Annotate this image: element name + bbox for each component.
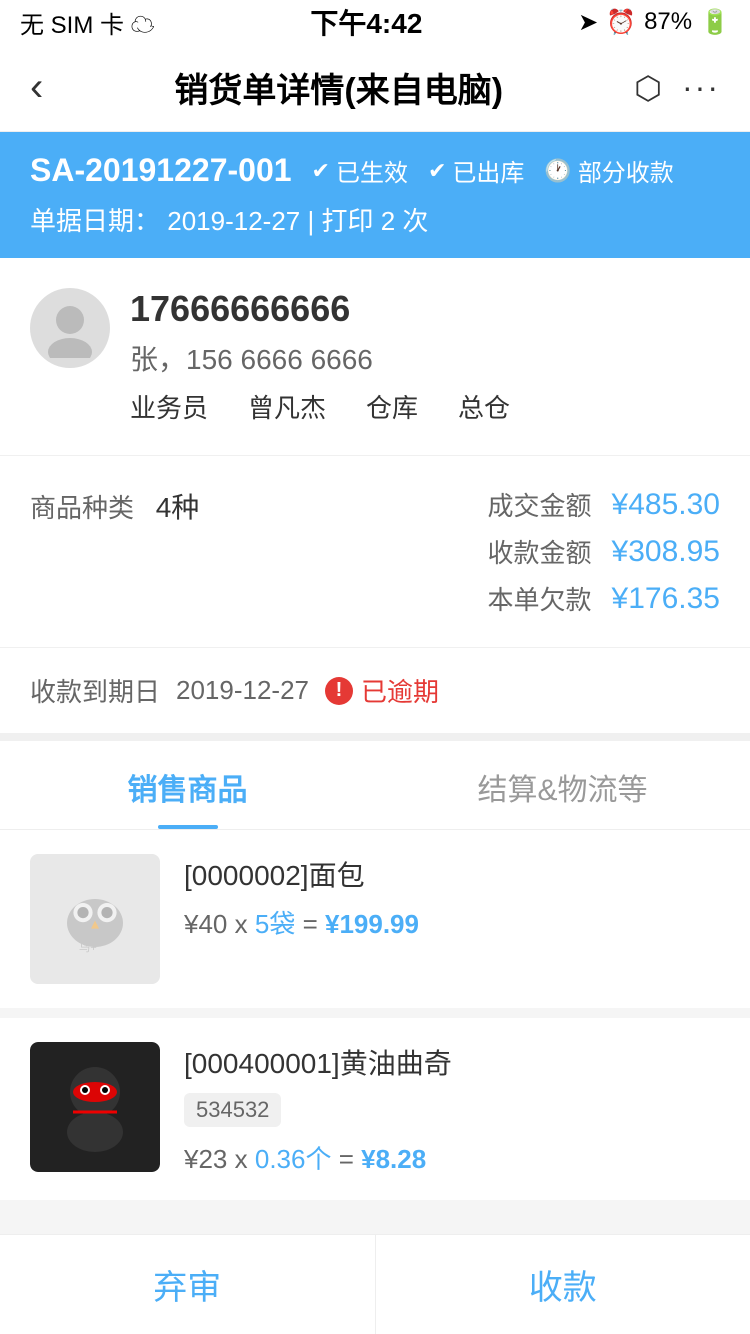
badge-effective: ✔ 已生效: [312, 153, 408, 188]
location-icon: ➤: [578, 8, 598, 37]
product-item-2: [000400001]黄油曲奇 534532 ¥23 x 0.36个 = ¥8.…: [0, 1018, 750, 1200]
overdue-label: 已逾期: [361, 672, 439, 709]
transaction-row: 成交金额 ¥485.30: [488, 486, 720, 523]
product-details-2: [000400001]黄油曲奇 534532 ¥23 x 0.36个 = ¥8.…: [184, 1042, 720, 1176]
badge-shipped: ✔ 已出库: [428, 153, 524, 188]
receipt-amount: ¥308.95: [612, 535, 720, 569]
svg-text:鸟+: 鸟+: [79, 940, 97, 954]
tab-sales-products-label: 销售商品: [128, 774, 248, 807]
status-bar-time: 下午4:42: [310, 2, 422, 42]
warehouse-value: 总仓: [458, 388, 510, 425]
header-banner: SA-20191227-001 ✔ 已生效 ✔ 已出库 🕐 部分收款 单据日期：…: [0, 132, 750, 258]
product-name-2: [000400001]黄油曲奇: [184, 1042, 720, 1082]
tabs: 销售商品 结算&物流等: [0, 741, 750, 830]
battery-icon: 🔋: [700, 8, 730, 37]
balance-label: 本单欠款: [488, 580, 592, 617]
date-label: 单据日期：: [30, 206, 160, 236]
summary-section: 商品种类 4种 成交金额 ¥485.30 收款金额 ¥308.95 本单欠款 ¥…: [0, 456, 750, 648]
transaction-amount: ¥485.30: [612, 488, 720, 522]
receipt-row: 收款金额 ¥308.95: [488, 533, 720, 570]
product-list: 鸟+ [0000002]面包 ¥40 x 5袋 = ¥199.99: [0, 830, 750, 1200]
share-button[interactable]: ⬡: [634, 69, 662, 107]
customer-meta: 业务员 曾凡杰 仓库 总仓: [130, 388, 720, 425]
header-banner-top: SA-20191227-001 ✔ 已生效 ✔ 已出库 🕐 部分收款: [30, 152, 720, 189]
sales-rep-value: 曾凡杰: [248, 388, 326, 425]
product-total-2: ¥8.28: [361, 1144, 426, 1174]
nav-bar-left: ‹: [30, 65, 43, 110]
product-name-1: [0000002]面包: [184, 854, 720, 894]
battery-text: 87%: [644, 8, 692, 36]
product-item-1: 鸟+ [0000002]面包 ¥40 x 5袋 = ¥199.99: [0, 830, 750, 1008]
clock-icon: 🕐: [544, 158, 571, 184]
print-count: 2: [381, 206, 395, 236]
status-bar: 无 SIM 卡 ☁ 下午4:42 ➤ ⏰ 87% 🔋: [0, 0, 750, 44]
nav-bar-right: ⬡ ···: [634, 69, 720, 107]
balance-row: 本单欠款 ¥176.35: [488, 580, 720, 617]
bottom-bar: 弃审 收款: [0, 1234, 750, 1334]
due-date-value: 2019-12-27: [176, 675, 309, 706]
due-date-section: 收款到期日 2019-12-27 ! 已逾期: [0, 648, 750, 741]
abandon-review-button[interactable]: 弃审: [0, 1235, 376, 1334]
badge-partial: 🕐 部分收款: [544, 153, 673, 188]
print-suffix: 次: [402, 206, 428, 236]
avatar: [30, 288, 110, 368]
overdue-badge: ! 已逾期: [325, 672, 439, 709]
product-price-1: ¥40 x 5袋 = ¥199.99: [184, 904, 720, 941]
product-unit-price-2: ¥23: [184, 1144, 227, 1174]
product2-graphic: [45, 1057, 145, 1157]
product-qty-2: 0.36个: [255, 1144, 332, 1174]
badge-partial-label: 部分收款: [578, 153, 674, 188]
check-icon-2: ✔: [428, 158, 446, 184]
nav-bar: ‹ 销货单详情(来自电脑) ⬡ ···: [0, 44, 750, 132]
product-unit-price-1: ¥40: [184, 909, 227, 939]
more-button[interactable]: ···: [682, 69, 720, 106]
balance-amount: ¥176.35: [612, 582, 720, 616]
product-image-1: 鸟+: [30, 854, 160, 984]
sales-rep-label: 业务员: [130, 388, 208, 425]
status-bar-left: 无 SIM 卡 ☁: [20, 5, 155, 40]
customer-section: 17666666666 张，156 6666 6666 业务员 曾凡杰 仓库 总…: [0, 258, 750, 456]
overdue-dot-icon: !: [325, 677, 353, 705]
owl-icon: 鸟+: [55, 879, 135, 959]
collect-payment-button[interactable]: 收款: [376, 1235, 750, 1334]
alarm-icon: ⏰: [606, 8, 636, 37]
product-qty-1: 5袋: [255, 909, 295, 939]
due-date-label: 收款到期日: [30, 672, 160, 709]
receipt-label: 收款金额: [488, 533, 592, 570]
status-bar-right: ➤ ⏰ 87% 🔋: [578, 8, 730, 37]
tab-settlement[interactable]: 结算&物流等: [375, 741, 750, 829]
tab-settlement-label: 结算&物流等: [477, 774, 647, 807]
product-details-1: [0000002]面包 ¥40 x 5袋 = ¥199.99: [184, 854, 720, 941]
order-date: 2019-12-27: [167, 206, 300, 236]
transaction-label: 成交金额: [488, 486, 592, 523]
customer-info: 17666666666 张，156 6666 6666 业务员 曾凡杰 仓库 总…: [130, 288, 720, 425]
product-type-label: 商品种类: [30, 493, 134, 523]
back-button[interactable]: ‹: [30, 65, 43, 110]
warehouse-label: 仓库: [366, 388, 418, 425]
signal-text: 无 SIM 卡 ☁: [20, 5, 155, 40]
product-image-placeholder-2: [30, 1042, 160, 1172]
badge-effective-label: 已生效: [336, 153, 408, 188]
summary-right: 成交金额 ¥485.30 收款金额 ¥308.95 本单欠款 ¥176.35: [488, 486, 720, 617]
page-title: 销货单详情(来自电脑): [174, 63, 503, 112]
badge-shipped-label: 已出库: [452, 153, 524, 188]
product-type-count: 4种: [156, 492, 200, 523]
product-image-placeholder-1: 鸟+: [30, 854, 160, 984]
avatar-icon: [40, 298, 100, 358]
order-id: SA-20191227-001: [30, 152, 292, 189]
summary-left: 商品种类 4种: [30, 486, 199, 526]
tab-sales-products[interactable]: 销售商品: [0, 741, 375, 829]
product-price-2: ¥23 x 0.36个 = ¥8.28: [184, 1139, 720, 1176]
customer-id: 17666666666: [130, 288, 720, 330]
product-total-1: ¥199.99: [325, 909, 419, 939]
product-tag-2: 534532: [184, 1093, 281, 1127]
header-banner-sub: 单据日期： 2019-12-27 | 打印 2 次: [30, 201, 720, 238]
product-image-2: [30, 1042, 160, 1172]
print-separator: | 打印: [307, 206, 380, 236]
customer-name-phone: 张，156 6666 6666: [130, 338, 720, 378]
check-icon-1: ✔: [312, 158, 330, 184]
